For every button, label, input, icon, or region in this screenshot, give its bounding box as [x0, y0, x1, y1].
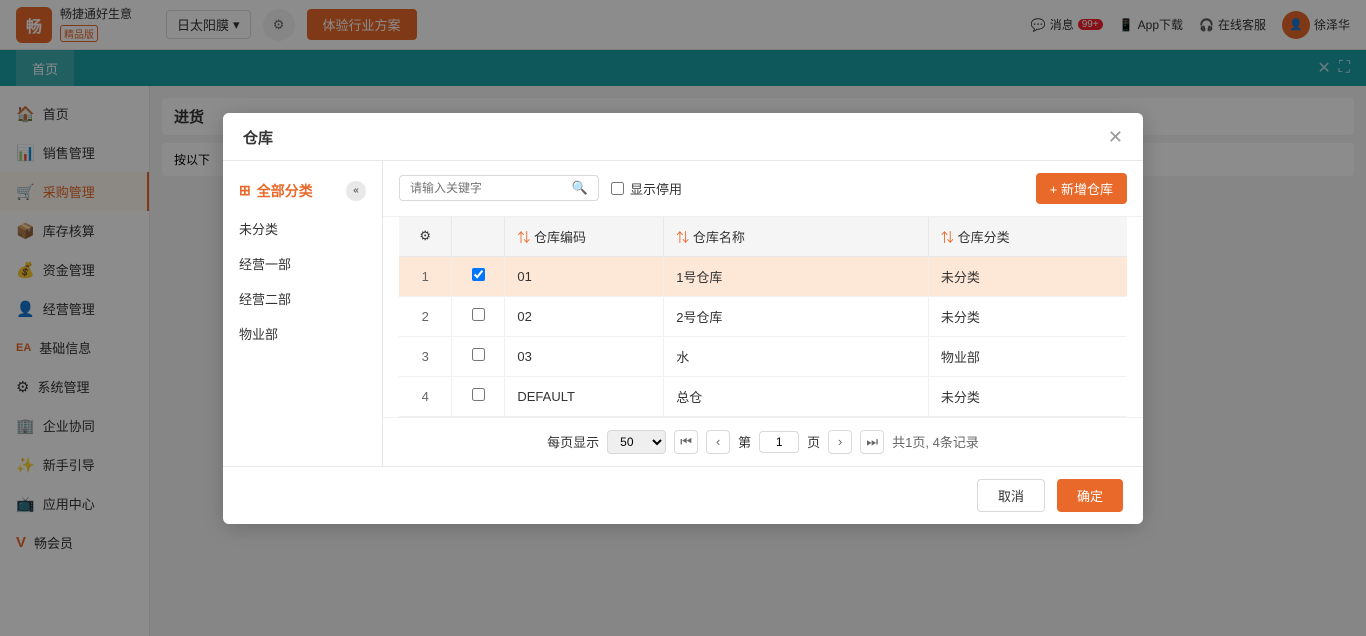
row-checkbox-cell[interactable] — [452, 336, 505, 376]
page-suffix: 页 — [807, 432, 820, 451]
row-num: 1 — [399, 256, 452, 296]
category-label-ops1: 经营一部 — [239, 257, 291, 272]
all-category-label: 全部分类 — [257, 181, 313, 201]
row-checkbox-cell[interactable] — [452, 256, 505, 296]
modal-main: 🔍 显示停用 + 新增仓库 ⚙ — [383, 161, 1143, 466]
prev-page-button[interactable]: ‹ — [706, 430, 730, 454]
show-disabled-checkbox-label[interactable]: 显示停用 — [611, 179, 682, 198]
modal-close-button[interactable]: ✕ — [1108, 128, 1123, 146]
table-header-row: ⚙ ⇅ 仓库编码 ⇅ 仓库名称 — [399, 217, 1127, 257]
modal-sidebar: ⊞ 全部分类 « 未分类 经营一部 经营二部 物业部 — [223, 161, 383, 466]
modal-footer: 取消 确定 — [223, 466, 1143, 524]
warehouse-table: ⚙ ⇅ 仓库编码 ⇅ 仓库名称 — [399, 217, 1127, 417]
table-wrap: ⚙ ⇅ 仓库编码 ⇅ 仓库名称 — [383, 217, 1143, 417]
table-row[interactable]: 3 03 水 物业部 — [399, 336, 1127, 376]
th-type[interactable]: ⇅ 仓库分类 — [928, 217, 1127, 257]
per-page-label: 每页显示 — [547, 432, 599, 451]
modal-header: 仓库 ✕ — [223, 113, 1143, 161]
row-checkbox[interactable] — [472, 308, 485, 321]
row-code: 01 — [505, 256, 664, 296]
category-item-property[interactable]: 物业部 — [223, 316, 382, 351]
row-type: 未分类 — [928, 376, 1127, 416]
per-page-select[interactable]: 50 100 — [607, 430, 666, 454]
page-input[interactable] — [759, 431, 799, 453]
table-row[interactable]: 2 02 2号仓库 未分类 — [399, 296, 1127, 336]
cancel-button[interactable]: 取消 — [977, 479, 1045, 512]
th-name[interactable]: ⇅ 仓库名称 — [664, 217, 929, 257]
modal-title: 仓库 — [243, 127, 273, 148]
sort-icon-name: ⇅ — [676, 230, 689, 245]
pagination-bar: 每页显示 50 100 ⏮ ‹ 第 页 › ⏭ 共1页, 4条记录 — [383, 417, 1143, 466]
category-label-property: 物业部 — [239, 327, 278, 342]
category-item-ops2[interactable]: 经营二部 — [223, 281, 382, 316]
search-input[interactable] — [410, 181, 572, 195]
first-page-button[interactable]: ⏮ — [674, 430, 698, 454]
search-icon[interactable]: 🔍 — [572, 180, 588, 196]
row-type: 未分类 — [928, 256, 1127, 296]
row-name: 1号仓库 — [664, 256, 929, 296]
row-num: 2 — [399, 296, 452, 336]
add-warehouse-button[interactable]: + 新增仓库 — [1036, 173, 1127, 204]
category-item-ops1[interactable]: 经营一部 — [223, 246, 382, 281]
th-settings: ⚙ — [399, 217, 452, 257]
page-label: 第 — [738, 432, 751, 451]
grid-icon: ⊞ — [239, 182, 251, 199]
collapse-sidebar-button[interactable]: « — [346, 181, 366, 201]
row-name: 总仓 — [664, 376, 929, 416]
row-checkbox-cell[interactable] — [452, 376, 505, 416]
row-checkbox[interactable] — [472, 348, 485, 361]
show-disabled-label: 显示停用 — [630, 179, 682, 198]
table-row[interactable]: 4 DEFAULT 总仓 未分类 — [399, 376, 1127, 416]
sort-icon-type: ⇅ — [941, 230, 954, 245]
category-label-unclassified: 未分类 — [239, 222, 278, 237]
row-type: 物业部 — [928, 336, 1127, 376]
row-checkbox-cell[interactable] — [452, 296, 505, 336]
th-code[interactable]: ⇅ 仓库编码 — [505, 217, 664, 257]
all-category-button[interactable]: ⊞ 全部分类 « — [223, 173, 382, 211]
row-code: 03 — [505, 336, 664, 376]
row-type: 未分类 — [928, 296, 1127, 336]
row-num: 3 — [399, 336, 452, 376]
show-disabled-checkbox[interactable] — [611, 182, 624, 195]
next-page-button[interactable]: › — [828, 430, 852, 454]
row-code: DEFAULT — [505, 376, 664, 416]
confirm-button[interactable]: 确定 — [1057, 479, 1123, 512]
table-row[interactable]: 1 01 1号仓库 未分类 — [399, 256, 1127, 296]
row-name: 2号仓库 — [664, 296, 929, 336]
last-page-button[interactable]: ⏭ — [860, 430, 884, 454]
row-checkbox[interactable] — [472, 388, 485, 401]
row-checkbox[interactable] — [472, 268, 485, 281]
row-num: 4 — [399, 376, 452, 416]
search-input-wrap: 🔍 — [399, 175, 599, 201]
category-label-ops2: 经营二部 — [239, 292, 291, 307]
modal-body: ⊞ 全部分类 « 未分类 经营一部 经营二部 物业部 — [223, 161, 1143, 466]
modal-overlay: 仓库 ✕ ⊞ 全部分类 « 未分类 经营一部 经营二部 — [0, 0, 1366, 636]
th-checkbox — [452, 217, 505, 257]
modal-toolbar: 🔍 显示停用 + 新增仓库 — [383, 161, 1143, 217]
row-code: 02 — [505, 296, 664, 336]
warehouse-modal: 仓库 ✕ ⊞ 全部分类 « 未分类 经营一部 经营二部 — [223, 113, 1143, 524]
pagination-info: 共1页, 4条记录 — [892, 432, 979, 451]
table-body: 1 01 1号仓库 未分类 2 02 2号仓库 — [399, 256, 1127, 416]
sort-icon-code: ⇅ — [517, 230, 530, 245]
category-item-unclassified[interactable]: 未分类 — [223, 211, 382, 246]
row-name: 水 — [664, 336, 929, 376]
